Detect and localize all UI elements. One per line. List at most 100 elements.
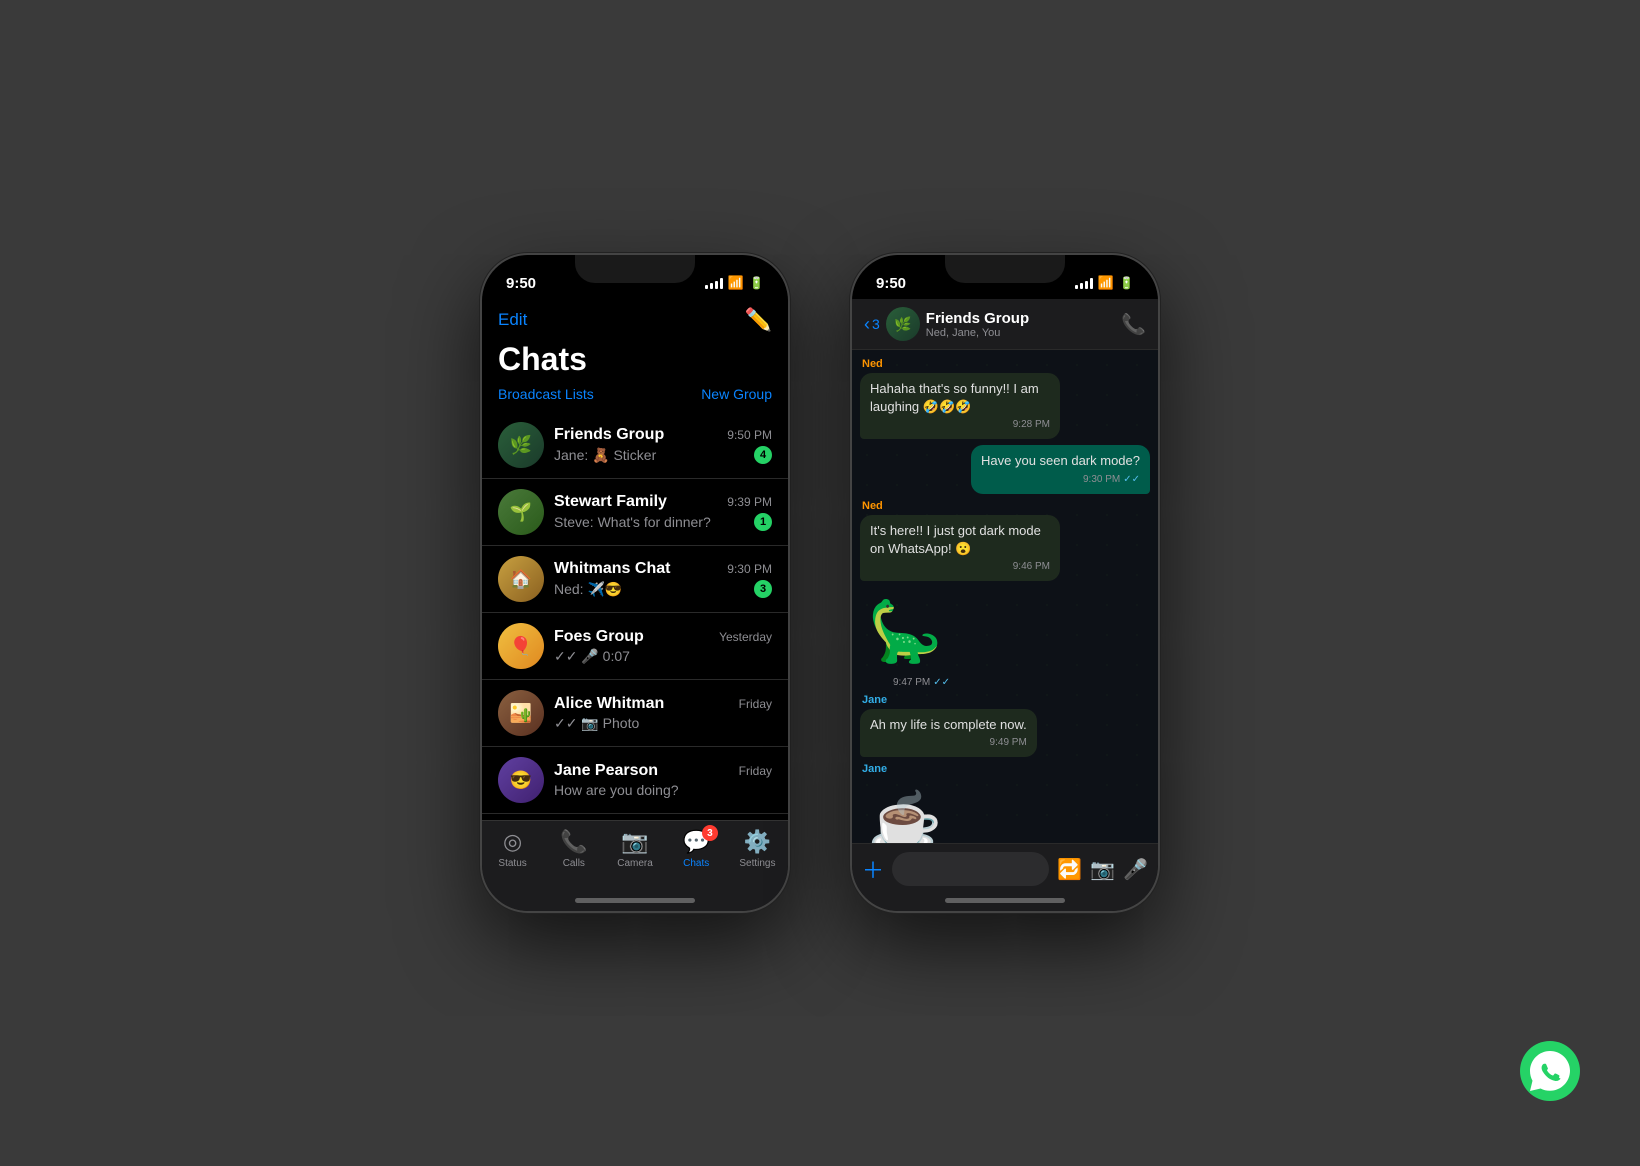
home-indicator	[575, 898, 695, 903]
broadcast-lists-link[interactable]: Broadcast Lists	[498, 386, 594, 402]
chat-detail-screen: 9:50 📶 🔋 ‹ 3 🌿	[852, 255, 1158, 911]
chat-name-jane-pearson: Jane Pearson	[554, 762, 658, 780]
attach-button[interactable]: ＋	[862, 853, 884, 885]
avatar-whitmans-chat: 🏠	[498, 556, 544, 602]
sticker-message-4: 🦕 9:47 PM ✓✓	[860, 587, 950, 688]
status-time-1: 9:50	[506, 275, 536, 292]
message-group-6: Jane ☕ 9:50 PM	[860, 763, 1150, 843]
chat-badge-stewart-family: 1	[754, 513, 772, 531]
bubble-outgoing-2: Have you seen dark mode? 9:30 PM ✓✓	[971, 445, 1150, 493]
tab-status[interactable]: ◎ Status	[482, 829, 543, 869]
chat-info-friends-group: Friends Group 9:50 PM Jane: 🧸 Sticker 4	[554, 426, 772, 464]
msg-time-row-2: 9:30 PM ✓✓	[981, 473, 1140, 487]
tab-badge-wrap-settings: ⚙️	[744, 829, 771, 855]
sticker-tick-4: ✓✓	[933, 677, 950, 688]
chat-item-alice-whitman[interactable]: 🏜️ Alice Whitman Friday ✓✓ 📷 Photo	[482, 680, 788, 747]
msg-text-2: Have you seen dark mode?	[981, 453, 1140, 468]
phone-chats: 9:50 📶 🔋 Edit ✏️ C	[480, 253, 790, 913]
msg-time-5: 9:49 PM	[990, 736, 1027, 750]
tab-camera[interactable]: 📷 Camera	[604, 829, 665, 869]
chat-item-friends-group[interactable]: 🌿 Friends Group 9:50 PM Jane: 🧸 Sticker …	[482, 412, 788, 479]
sticker-coffee: ☕	[860, 778, 950, 843]
msg-tick-2: ✓✓	[1123, 473, 1140, 487]
tab-label-chats: Chats	[683, 858, 709, 869]
chat-preview-row-alice-whitman: ✓✓ 📷 Photo	[554, 715, 772, 732]
chat-name-row-jane-pearson: Jane Pearson Friday	[554, 762, 772, 780]
bubble-incoming-1: Hahaha that's so funny!! I am laughing 🤣…	[860, 373, 1060, 439]
message-group-3: Ned It's here!! I just got dark mode on …	[860, 500, 1150, 581]
call-button[interactable]: 📞	[1121, 312, 1146, 337]
chat-preview-row-jane-pearson: How are you doing?	[554, 782, 772, 798]
chat-info-whitmans-chat: Whitmans Chat 9:30 PM Ned: ✈️😎 3	[554, 560, 772, 598]
new-group-link[interactable]: New Group	[701, 386, 772, 402]
tab-label-settings: Settings	[739, 858, 775, 869]
msg-text-1: Hahaha that's so funny!! I am laughing 🤣…	[870, 381, 1039, 414]
avatar-stewart-family: 🌱	[498, 489, 544, 535]
status-icons-1: 📶 🔋	[705, 275, 764, 291]
chat-messages-area: Ned Hahaha that's so funny!! I am laughi…	[852, 350, 1158, 843]
chat-info-stewart-family: Stewart Family 9:39 PM Steve: What's for…	[554, 493, 772, 531]
chat-preview-row-friends-group: Jane: 🧸 Sticker 4	[554, 446, 772, 464]
compose-icon[interactable]: ✏️	[745, 307, 772, 333]
mic-button[interactable]: 🎤	[1123, 857, 1148, 882]
tab-icon-camera: 📷	[621, 829, 648, 854]
power-button-2	[1158, 415, 1160, 505]
chat-name-row-stewart-family: Stewart Family 9:39 PM	[554, 493, 772, 511]
chat-nav-info[interactable]: Friends Group Ned, Jane, You	[926, 310, 1115, 339]
chat-time-foes-group: Yesterday	[719, 630, 772, 644]
tab-chats[interactable]: 💬 3 Chats	[666, 829, 727, 869]
message-input[interactable]	[892, 852, 1049, 886]
tab-calls[interactable]: 📞 Calls	[543, 829, 604, 869]
message-group-5: Jane Ah my life is complete now. 9:49 PM	[860, 694, 1150, 757]
chat-nav: ‹ 3 🌿 Friends Group Ned, Jane, You 📞	[852, 299, 1158, 350]
sticker-message-6: ☕ 9:50 PM	[860, 778, 950, 843]
chat-preview-stewart-family: Steve: What's for dinner?	[554, 514, 748, 530]
tab-settings[interactable]: ⚙️ Settings	[727, 829, 788, 869]
battery-icon-2: 🔋	[1119, 276, 1134, 290]
chat-preview-foes-group: ✓✓ 🎤 0:07	[554, 648, 772, 665]
tab-badge-chats: 3	[702, 825, 718, 841]
chat-item-stewart-family[interactable]: 🌱 Stewart Family 9:39 PM Steve: What's f…	[482, 479, 788, 546]
chat-time-friends-group: 9:50 PM	[727, 428, 772, 442]
chats-links: Broadcast Lists New Group	[482, 386, 788, 412]
tab-label-camera: Camera	[617, 858, 653, 869]
chat-preview-friends-group: Jane: 🧸 Sticker	[554, 447, 748, 464]
chat-time-stewart-family: 9:39 PM	[727, 495, 772, 509]
sticker-button[interactable]: 🔁	[1057, 857, 1082, 882]
chat-preview-jane-pearson: How are you doing?	[554, 782, 772, 798]
avatar-foes-group: 🎈	[498, 623, 544, 669]
camera-button[interactable]: 📷	[1090, 857, 1115, 882]
chat-name-friends-group: Friends Group	[554, 426, 664, 444]
back-button[interactable]: ‹ 3	[864, 314, 880, 335]
tab-label-status: Status	[498, 858, 526, 869]
edit-button[interactable]: Edit	[498, 310, 527, 330]
chat-name-alice-whitman: Alice Whitman	[554, 695, 664, 713]
wifi-icon: 📶	[728, 275, 744, 291]
group-avatar: 🌿	[886, 307, 920, 341]
chat-name-stewart-family: Stewart Family	[554, 493, 667, 511]
chat-preview-row-whitmans-chat: Ned: ✈️😎 3	[554, 580, 772, 598]
avatar-jane-pearson: 😎	[498, 757, 544, 803]
msg-text-5: Ah my life is complete now.	[870, 717, 1027, 732]
chat-name-row-whitmans-chat: Whitmans Chat 9:30 PM	[554, 560, 772, 578]
chat-name-row-friends-group: Friends Group 9:50 PM	[554, 426, 772, 444]
tab-label-calls: Calls	[563, 858, 585, 869]
back-count: 3	[872, 316, 880, 332]
chat-time-whitmans-chat: 9:30 PM	[727, 562, 772, 576]
chat-item-whitmans-chat[interactable]: 🏠 Whitmans Chat 9:30 PM Ned: ✈️😎 3	[482, 546, 788, 613]
group-members: Ned, Jane, You	[926, 327, 1115, 339]
tab-bar: ◎ Status 📞 Calls 📷 Camera 💬 3 Chats ⚙️ S…	[482, 820, 788, 894]
tab-icon-calls: 📞	[560, 829, 587, 854]
chats-phone-screen: 9:50 📶 🔋 Edit ✏️ C	[482, 255, 788, 911]
msg-time-2: 9:30 PM	[1083, 473, 1120, 487]
chat-item-jane-pearson[interactable]: 😎 Jane Pearson Friday How are you doing?	[482, 747, 788, 814]
status-bar-2: 9:50 📶 🔋	[852, 255, 1158, 299]
tab-icon-settings: ⚙️	[744, 829, 771, 854]
wifi-icon-2: 📶	[1098, 275, 1114, 291]
chat-input-bar: ＋ 🔁 📷 🎤	[852, 843, 1158, 894]
power-button	[788, 415, 790, 505]
chat-time-alice-whitman: Friday	[739, 697, 772, 711]
chat-name-row-foes-group: Foes Group Yesterday	[554, 628, 772, 646]
chat-item-foes-group[interactable]: 🎈 Foes Group Yesterday ✓✓ 🎤 0:07	[482, 613, 788, 680]
sender-ned-2: Ned	[860, 500, 1150, 512]
